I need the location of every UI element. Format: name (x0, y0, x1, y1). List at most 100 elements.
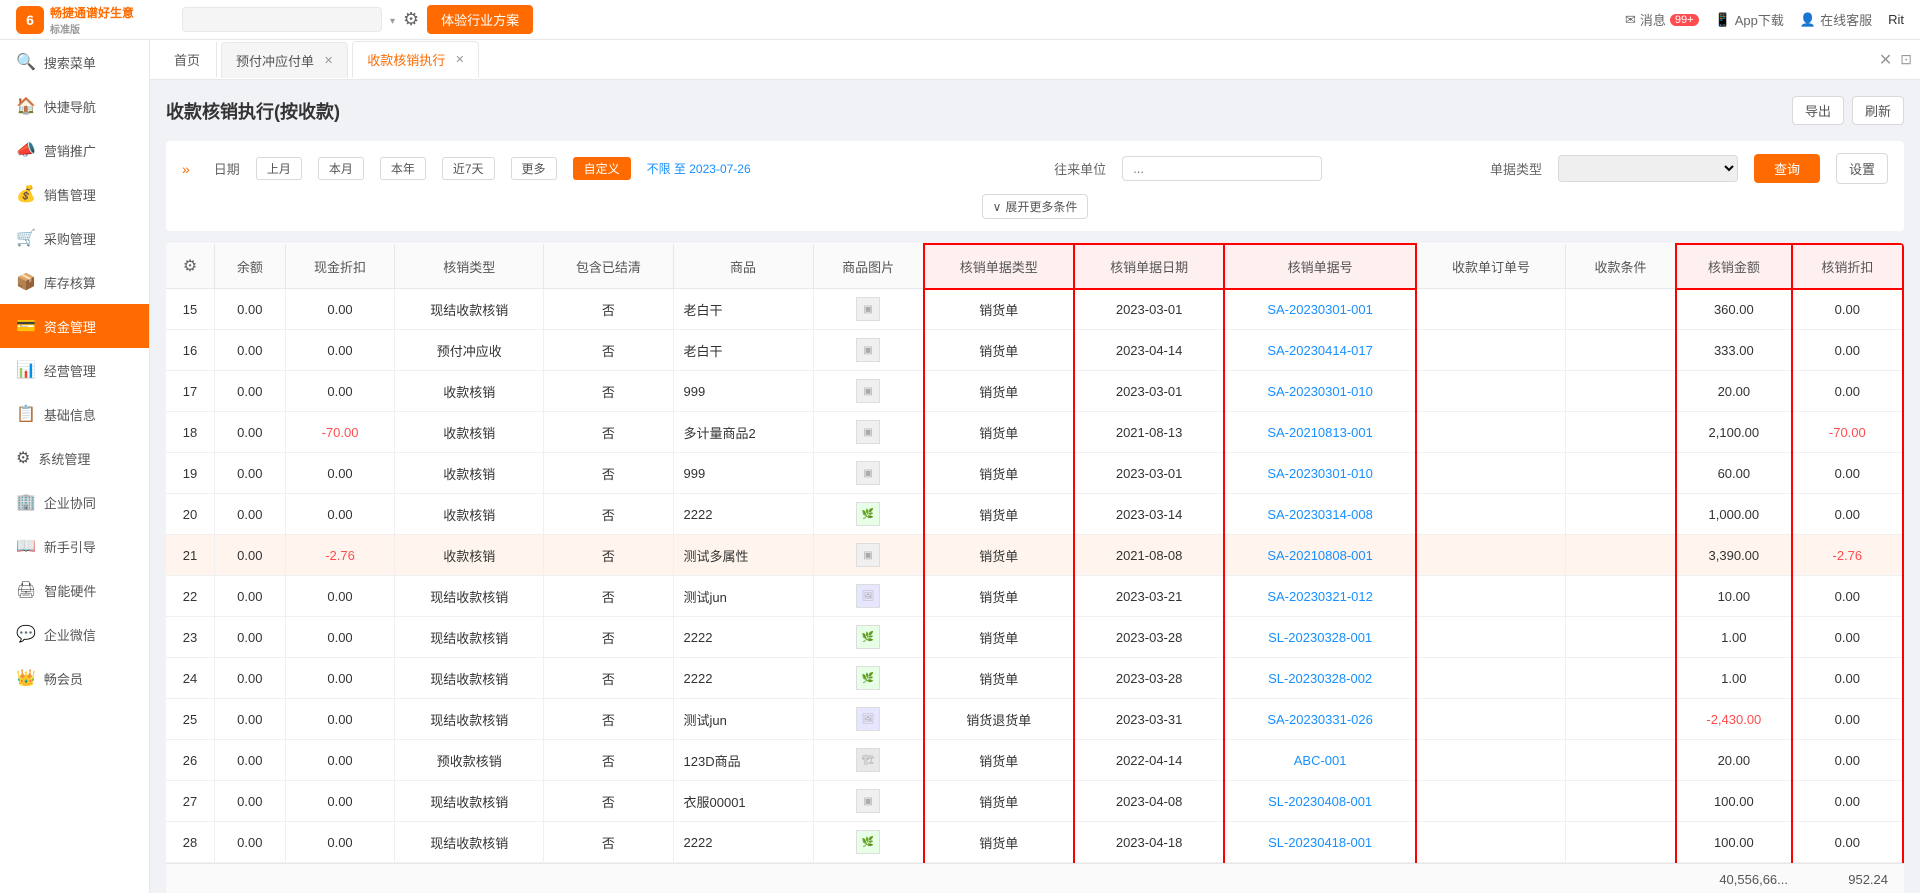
sidebar-item-guide[interactable]: 📖 新手引导 (0, 524, 149, 568)
sidebar-item-quicknav[interactable]: 🏠 快捷导航 (0, 84, 149, 128)
filter-collapse-btn[interactable]: » (182, 161, 190, 177)
bill-no-link[interactable]: SL-20230328-002 (1268, 671, 1372, 686)
close-window-icon[interactable]: ✕ (1879, 50, 1892, 70)
sidebar-item-system[interactable]: ⚙ 系统管理 (0, 436, 149, 480)
cell-type: 收款核销 (395, 494, 544, 535)
cell-bill-no[interactable]: SA-20230314-008 (1224, 494, 1416, 535)
cell-bill-no[interactable]: SL-20230328-001 (1224, 617, 1416, 658)
bill-no-link[interactable]: SA-20230314-008 (1267, 507, 1373, 522)
cell-bill-no[interactable]: SA-20230301-010 (1224, 371, 1416, 412)
tab-home[interactable]: 首页 (158, 42, 217, 77)
filter-settings-button[interactable]: 设置 (1836, 153, 1888, 184)
bill-no-link[interactable]: SA-20230414-017 (1267, 343, 1373, 358)
col-setting[interactable]: ⚙ (166, 244, 215, 289)
basicinfo-icon: 📋 (16, 404, 36, 424)
cell-type: 预付冲应收 (395, 330, 544, 371)
tab-receipt[interactable]: 收款核销执行 ✕ (352, 41, 479, 78)
bill-type-label: 单据类型 (1490, 159, 1542, 178)
cell-bill-no[interactable]: ABC-001 (1224, 740, 1416, 781)
sidebar-item-sales[interactable]: 💰 销售管理 (0, 172, 149, 216)
bill-no-link[interactable]: SA-20230331-026 (1267, 712, 1373, 727)
bill-no-link[interactable]: SA-20230301-010 (1267, 384, 1373, 399)
date-this-month-btn[interactable]: 本月 (318, 157, 364, 180)
expand-conditions-btn[interactable]: ∨ 展开更多条件 (982, 194, 1089, 219)
date-custom-btn[interactable]: 自定义 (573, 157, 631, 180)
sidebar-item-purchase[interactable]: 🛒 采购管理 (0, 216, 149, 260)
cell-bill-date: 2023-04-18 (1074, 822, 1224, 863)
col-product-img: 商品图片 (813, 244, 923, 289)
cell-bill-no[interactable]: SL-20230418-001 (1224, 822, 1416, 863)
cell-cash-discount: 0.00 (285, 781, 395, 822)
message-btn[interactable]: ✉ 消息 99+ (1625, 10, 1699, 29)
search-dropdown-icon[interactable] (390, 12, 395, 27)
sidebar-item-inventory[interactable]: 📦 库存核算 (0, 260, 149, 304)
date-last-month-btn[interactable]: 上月 (256, 157, 302, 180)
cell-bill-no[interactable]: SL-20230328-002 (1224, 658, 1416, 699)
sidebar-item-basicinfo[interactable]: 📋 基础信息 (0, 392, 149, 436)
cell-type: 现结收款核销 (395, 781, 544, 822)
bill-type-select[interactable] (1558, 155, 1738, 182)
bill-no-link[interactable]: SL-20230328-001 (1268, 630, 1372, 645)
cell-receipt-order (1416, 412, 1566, 453)
bill-no-link[interactable]: SA-20230321-012 (1267, 589, 1373, 604)
bill-no-link[interactable]: SA-20210808-001 (1267, 548, 1373, 563)
sidebar-item-weixin[interactable]: 💬 企业微信 (0, 612, 149, 656)
cell-bill-date: 2023-03-28 (1074, 617, 1224, 658)
bill-no-link[interactable]: SA-20210813-001 (1267, 425, 1373, 440)
date-more-btn[interactable]: 更多 (511, 157, 557, 180)
cell-product-img: ▣ (813, 781, 923, 822)
industry-solution-button[interactable]: 体验行业方案 (427, 5, 533, 34)
bill-no-link[interactable]: SA-20230301-010 (1267, 466, 1373, 481)
sidebar-item-hardware[interactable]: 🖨 智能硬件 (0, 568, 149, 612)
cell-receipt-order (1416, 289, 1566, 330)
sidebar-item-finance[interactable]: 💳 资金管理 (0, 304, 149, 348)
cell-bill-no[interactable]: SA-20230301-010 (1224, 453, 1416, 494)
col-bill-type: 核销单据类型 (924, 244, 1074, 289)
maximize-icon[interactable]: ⊡ (1900, 51, 1912, 68)
cell-balance: 0.00 (215, 781, 286, 822)
bill-no-link[interactable]: SL-20230408-001 (1268, 794, 1372, 809)
table-row: 24 0.00 0.00 现结收款核销 否 2222 🌿 销货单 2023-03… (166, 658, 1903, 699)
partner-input[interactable] (1122, 156, 1322, 181)
cell-bill-no[interactable]: SA-20230331-026 (1224, 699, 1416, 740)
date-this-year-btn[interactable]: 本年 (380, 157, 426, 180)
top-search-input[interactable] (182, 7, 382, 32)
cell-no: 17 (166, 371, 215, 412)
bill-no-link[interactable]: SL-20230418-001 (1268, 835, 1372, 850)
date-7days-btn[interactable]: 近7天 (442, 157, 495, 180)
refresh-button[interactable]: 刷新 (1852, 96, 1904, 125)
top-bar: 6 畅捷通谱好生意 标准版 ⚙ 体验行业方案 ✉ 消息 99+ 📱 App下载 … (0, 0, 1920, 40)
cell-bill-no[interactable]: SA-20210813-001 (1224, 412, 1416, 453)
cell-bill-no[interactable]: SA-20210808-001 (1224, 535, 1416, 576)
app-download-btn[interactable]: 📱 App下载 (1715, 10, 1784, 29)
cell-bill-no[interactable]: SA-20230414-017 (1224, 330, 1416, 371)
cell-no: 22 (166, 576, 215, 617)
query-button[interactable]: 查询 (1754, 154, 1820, 183)
settings-icon[interactable]: ⚙ (403, 9, 419, 30)
user-name[interactable]: Rit (1888, 12, 1904, 27)
cell-bill-no[interactable]: SL-20230408-001 (1224, 781, 1416, 822)
cell-bill-no[interactable]: SA-20230321-012 (1224, 576, 1416, 617)
export-button[interactable]: 导出 (1792, 96, 1844, 125)
cell-bill-no[interactable]: SA-20230301-001 (1224, 289, 1416, 330)
bill-no-link[interactable]: ABC-001 (1294, 753, 1347, 768)
cell-discount: 0.00 (1792, 371, 1903, 412)
col-product: 商品 (673, 244, 813, 289)
cell-product-img: 🌿 (813, 617, 923, 658)
product-image: ▣ (856, 338, 880, 362)
tab-prepay-close[interactable]: ✕ (324, 54, 333, 67)
cell-discount: 0.00 (1792, 822, 1903, 863)
bill-no-link[interactable]: SA-20230301-001 (1267, 302, 1373, 317)
online-service-btn[interactable]: 👤 在线客服 (1800, 10, 1872, 29)
table-settings-icon[interactable]: ⚙ (176, 252, 204, 280)
cell-amount: 1,000.00 (1676, 494, 1792, 535)
sidebar-item-marketing[interactable]: 📣 营销推广 (0, 128, 149, 172)
sidebar-item-enterprise[interactable]: 🏢 企业协同 (0, 480, 149, 524)
tab-prepay[interactable]: 预付冲应付单 ✕ (221, 42, 348, 78)
tab-receipt-close[interactable]: ✕ (455, 53, 464, 66)
sidebar-item-operation[interactable]: 📊 经营管理 (0, 348, 149, 392)
sidebar-item-search[interactable]: 🔍 搜索菜单 (0, 40, 149, 84)
cell-bill-type: 销货单 (924, 330, 1074, 371)
sidebar-item-member[interactable]: 👑 畅会员 (0, 656, 149, 700)
cell-type: 收款核销 (395, 412, 544, 453)
